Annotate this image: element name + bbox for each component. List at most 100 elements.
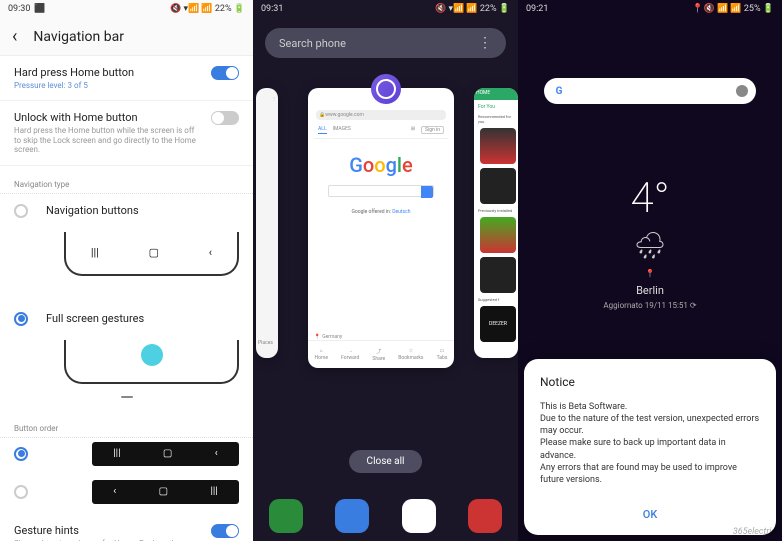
toggle-unlock-home[interactable] (211, 111, 239, 125)
app-tile (480, 168, 516, 204)
status-time: 09:21 (526, 4, 548, 14)
suggested-label: Suggested f (478, 297, 514, 302)
screenshot-icon: ⬛ (34, 4, 45, 14)
location-pin-icon: 📍 (518, 269, 782, 278)
google-g-icon: G (552, 84, 566, 98)
toggle-hard-press[interactable] (211, 66, 239, 80)
home-key-icon: ▢ (149, 246, 159, 259)
setting-subtitle: Pressure level: 3 of 5 (14, 81, 203, 90)
status-time: 09:31 (261, 4, 283, 14)
toggle-gesture-hints[interactable] (211, 524, 239, 538)
radio-navigation-buttons[interactable]: Navigation buttons (0, 194, 253, 228)
back-button[interactable]: ‹ (12, 26, 17, 47)
search-phone-bar[interactable]: Search phone ⋮ (265, 28, 506, 58)
back-key-icon: ‹ (209, 246, 212, 259)
recents-key-icon: ||| (210, 486, 217, 497)
weather-rain-icon: 🌧 (518, 231, 782, 261)
watermark: 365electric (733, 527, 776, 537)
status-bar: 09:21 📍🔇 📶 📶 25% 🔋 (518, 0, 782, 18)
close-all-button[interactable]: Close all (349, 450, 423, 473)
status-indicators: 🔇 ▾📶 📶 22% 🔋 (170, 4, 245, 14)
settings-header: ‹ Navigation bar (0, 18, 253, 56)
search-placeholder: Search phone (279, 37, 478, 50)
footer-share: ⤴Share (372, 348, 385, 362)
google-offered-text: Google offered in: Deutsch (314, 209, 448, 215)
app-tile (480, 217, 516, 253)
dock-app-camera[interactable] (468, 499, 502, 533)
radio-full-screen-gestures[interactable]: Full screen gestures (0, 302, 253, 336)
recommended-label: Recommended for you (478, 114, 514, 124)
footer-forward: →Forward (341, 348, 359, 361)
weather-updated: Aggiornato 19/11 15:51 ⟳ (518, 301, 782, 310)
status-indicators: 📍🔇 📶 📶 25% 🔋 (692, 4, 774, 14)
play-store-header: HOME (474, 88, 518, 100)
home-key-icon: ▢ (159, 486, 168, 497)
recents-key-icon: ||| (113, 448, 120, 459)
page-title: Navigation bar (33, 29, 124, 45)
places-label: Places (256, 338, 275, 348)
preview-navigation-buttons: ||| ▢ ‹ (14, 232, 239, 292)
app-tile-deezer: DEEZER (480, 306, 516, 342)
setting-gesture-hints[interactable]: Gesture hints Show where to swipe up for… (0, 514, 253, 541)
dialog-body: This is Beta Software. Due to the nature… (540, 401, 760, 486)
back-key-icon: ‹ (215, 448, 218, 459)
recent-app-card-browser[interactable]: 🔒www.google.com ALL IMAGES ⊞ Sign in Goo… (308, 88, 454, 368)
screen-settings-navigation-bar: 09:30 ⬛ 🔇 ▾📶 📶 22% 🔋 ‹ Navigation bar Ha… (0, 0, 253, 541)
screen-home-notice: 09:21 📍🔇 📶 📶 25% 🔋 G 4° 🌧 📍 Berlin Aggio… (518, 0, 782, 541)
status-time: 09:30 (8, 4, 30, 14)
radio-label: Full screen gestures (46, 312, 144, 325)
recent-app-card-play-store[interactable]: HOME For You Recommended for you Previou… (474, 88, 518, 358)
section-button-order: Button order (0, 410, 253, 438)
radio-indicator (14, 204, 28, 218)
preview-full-screen-gestures (14, 340, 239, 400)
ok-button[interactable]: OK (540, 504, 760, 525)
order-preview-back-home-recents: ‹ ▢ ||| (92, 480, 239, 504)
radio-button-order-1[interactable]: ||| ▢ ‹ (0, 438, 253, 476)
browser-footer: ⌂Home →Forward ⤴Share ☆Bookmarks ▭Tabs (308, 340, 454, 368)
app-tile (480, 128, 516, 164)
weather-temperature: 4° (518, 174, 782, 223)
gesture-indicator-dot (141, 344, 163, 366)
google-logo: Google (314, 153, 448, 177)
status-bar: 09:31 🔇 ▾📶 📶 22% 🔋 (253, 0, 518, 18)
radio-button-order-2[interactable]: ‹ ▢ ||| (0, 476, 253, 514)
setting-title: Gesture hints (14, 524, 203, 537)
previously-installed-label: Previously installed (478, 208, 514, 213)
card-menu-icon: ⋮ (256, 88, 278, 109)
dock-app-chrome[interactable] (402, 499, 436, 533)
google-search-widget[interactable]: G (544, 78, 756, 104)
tab-all: ALL (318, 126, 327, 134)
status-indicators: 🔇 ▾📶 📶 22% 🔋 (435, 4, 510, 14)
for-you-label: For You (478, 104, 514, 110)
home-key-icon: ▢ (163, 448, 172, 459)
footer-home: ⌂Home (315, 348, 328, 361)
dialog-title: Notice (540, 375, 760, 389)
section-navigation-type: Navigation type (0, 166, 253, 194)
setting-unlock-home[interactable]: Unlock with Home button Hard press the H… (0, 101, 253, 166)
tab-images: IMAGES (333, 126, 351, 134)
setting-hard-press-home[interactable]: Hard press Home button Pressure level: 3… (0, 56, 253, 101)
app-tile (480, 257, 516, 293)
browser-url-bar: 🔒www.google.com (316, 110, 446, 120)
sign-in-button: Sign in (421, 126, 444, 134)
dock-app-messages[interactable] (335, 499, 369, 533)
recents-key-icon: ||| (91, 246, 99, 259)
app-icon-samsung-internet[interactable] (371, 74, 401, 104)
radio-indicator (14, 485, 28, 499)
dock-app-phone[interactable] (269, 499, 303, 533)
setting-title: Unlock with Home button (14, 111, 203, 124)
radio-label: Navigation buttons (46, 204, 139, 217)
recents-carousel[interactable]: ⋮ Places 🔒www.google.com ALL IMAGES ⊞ Si… (253, 68, 518, 448)
order-preview-recents-home-back: ||| ▢ ‹ (92, 442, 239, 466)
google-search-box (328, 185, 434, 197)
screen-recents: 09:31 🔇 ▾📶 📶 22% 🔋 Search phone ⋮ ⋮ Plac… (253, 0, 518, 541)
status-bar: 09:30 ⬛ 🔇 ▾📶 📶 22% 🔋 (0, 0, 253, 18)
mic-icon[interactable] (736, 85, 748, 97)
setting-title: Hard press Home button (14, 66, 203, 79)
radio-indicator (14, 447, 28, 461)
more-options-icon[interactable]: ⋮ (478, 35, 492, 51)
recent-app-card-left[interactable]: ⋮ Places (256, 88, 278, 358)
apps-icon: ⊞ (411, 126, 415, 134)
dock (253, 499, 518, 533)
footer-bookmarks: ☆Bookmarks (398, 348, 423, 361)
